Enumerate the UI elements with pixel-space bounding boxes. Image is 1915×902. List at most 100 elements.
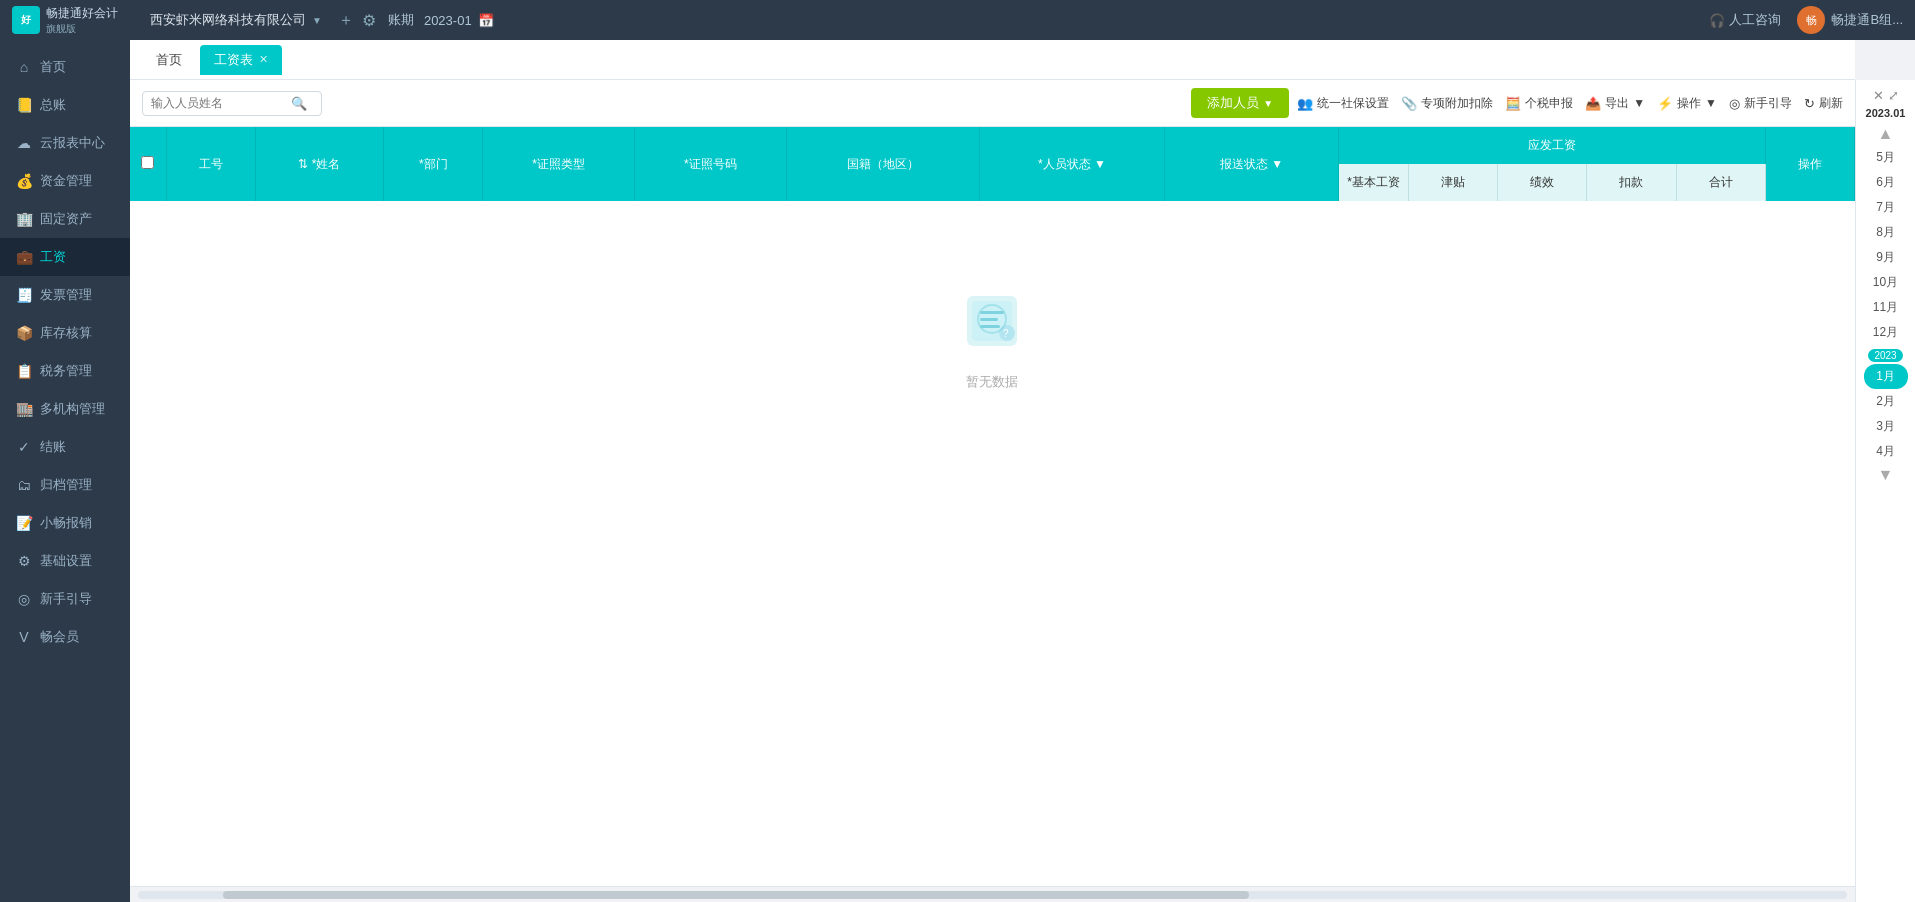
sidebar-label-cloud-report: 云报表中心 [40,134,105,152]
service-button[interactable]: 🎧 人工咨询 [1709,11,1781,29]
guide-icon: ◎ [16,591,32,607]
new-guide-icon: ◎ [1729,96,1740,111]
sidebar-item-expense[interactable]: 📝 小畅报销 [0,504,130,542]
id-no-header: *证照号码 [634,127,786,201]
export-label: 导出 [1605,95,1629,112]
salary-group-header: 应发工资 [1339,127,1765,164]
sidebar-item-archive[interactable]: 🗂 归档管理 [0,466,130,504]
select-all-checkbox[interactable] [141,156,154,169]
tax-icon: 📋 [16,363,32,379]
rp-month-12[interactable]: 12月 [1864,320,1908,345]
rp-month-2023-1[interactable]: 1月 [1864,364,1908,389]
calendar-icon[interactable]: 📅 [478,13,494,28]
sidebar-label-multi-org: 多机构管理 [40,400,105,418]
member-icon: V [16,629,32,645]
user-name: 畅捷通B组... [1831,11,1903,29]
total-header: 合计 [1676,164,1765,201]
refresh-action[interactable]: ↻ 刷新 [1804,95,1843,112]
rp-month-2023-4[interactable]: 4月 [1864,439,1908,464]
dept-header: *部门 [384,127,483,201]
sidebar-item-member[interactable]: V 畅会员 [0,618,130,656]
tab-bar: 首页 工资表 ✕ [130,40,1855,80]
deduction-header: 扣款 [1587,164,1676,201]
operate-action[interactable]: ⚡ 操作 ▼ [1657,95,1717,112]
extra-deduct-action[interactable]: 📎 专项附加扣除 [1401,95,1493,112]
bottom-scrollbar[interactable] [130,886,1855,902]
salary-table: 工号 ⇅ *姓名 *部门 *证照类型 *证照号码 国籍（地区） *人员状态 ▼ [130,127,1855,471]
rp-month-5[interactable]: 5月 [1864,145,1908,170]
fund-icon: 💰 [16,173,32,189]
company-name: 西安虾米网络科技有限公司 [150,11,306,29]
content-wrapper: 首页 工资表 ✕ 🔍 添加人员 ▼ � [130,40,1915,902]
sidebar-item-guide[interactable]: ◎ 新手引导 [0,580,130,618]
personal-tax-label: 个税申报 [1525,95,1573,112]
rp-month-6[interactable]: 6月 [1864,170,1908,195]
sidebar-item-inventory[interactable]: 📦 库存核算 [0,314,130,352]
base-salary-header: *基本工资 [1339,164,1409,201]
sidebar-label-salary: 工资 [40,248,66,266]
sidebar-item-settle[interactable]: ✓ 结账 [0,428,130,466]
tab-salary-table[interactable]: 工资表 ✕ [200,45,282,75]
rp-month-9[interactable]: 9月 [1864,245,1908,270]
search-wrap: 🔍 [142,91,322,116]
add-icon[interactable]: ＋ [338,10,354,31]
sidebar-item-multi-org[interactable]: 🏬 多机构管理 [0,390,130,428]
tab-home[interactable]: 首页 [142,45,196,75]
sidebar-item-home[interactable]: ⌂ 首页 [0,48,130,86]
main-layout: ⌂ 首页 📒 总账 ☁ 云报表中心 💰 资金管理 🏢 固定资产 💼 工资 🧾 发… [0,40,1915,902]
rp-month-7[interactable]: 7月 [1864,195,1908,220]
sidebar-label-fixed-assets: 固定资产 [40,210,92,228]
panel-close-button[interactable]: ✕ [1873,88,1884,103]
sidebar-item-ledger[interactable]: 📒 总账 [0,86,130,124]
sidebar-label-inventory: 库存核算 [40,324,92,342]
report-filter-icon[interactable]: ▼ [1271,157,1283,171]
header-actions: ＋ ⚙ [338,10,376,31]
sidebar-label-ledger: 总账 [40,96,66,114]
sidebar-item-salary[interactable]: 💼 工资 [0,238,130,276]
add-person-button[interactable]: 添加人员 ▼ [1191,88,1289,118]
rp-month-10[interactable]: 10月 [1864,270,1908,295]
user-avatar-area[interactable]: 畅 畅捷通B组... [1797,6,1903,34]
rp-month-11[interactable]: 11月 [1864,295,1908,320]
company-selector[interactable]: 西安虾米网络科技有限公司 ▼ [150,11,322,29]
rp-month-8[interactable]: 8月 [1864,220,1908,245]
sidebar-item-fund[interactable]: 💰 资金管理 [0,162,130,200]
sidebar-label-fund: 资金管理 [40,172,92,190]
salary-icon: 💼 [16,249,32,265]
rp-month-2023-2[interactable]: 2月 [1864,389,1908,414]
archive-icon: 🗂 [16,477,32,493]
sidebar-item-tax[interactable]: 📋 税务管理 [0,352,130,390]
social-security-action[interactable]: 👥 统一社保设置 [1297,95,1389,112]
rp-nav-up[interactable]: ▲ [1876,123,1896,145]
export-action[interactable]: 📤 导出 ▼ [1585,95,1645,112]
rp-month-2023-3[interactable]: 3月 [1864,414,1908,439]
operate-icon: ⚡ [1657,96,1673,111]
svg-rect-4 [980,325,1000,328]
rp-nav-down[interactable]: ▼ [1876,464,1896,486]
sidebar-item-invoice[interactable]: 🧾 发票管理 [0,276,130,314]
empty-state: ? 暂无数据 [130,201,1855,471]
search-input[interactable] [151,96,291,110]
tab-close-button[interactable]: ✕ [259,53,268,66]
performance-header: 绩效 [1498,164,1587,201]
sidebar-item-cloud-report[interactable]: ☁ 云报表中心 [0,124,130,162]
sidebar-item-settings[interactable]: ⚙ 基础设置 [0,542,130,580]
period-value: 2023-01 [424,13,472,28]
select-all-header[interactable] [130,127,166,201]
toolbar-actions: 👥 统一社保设置 📎 专项附加扣除 🧮 个税申报 📤 导出 ▼ [1297,95,1843,112]
search-icon: 🔍 [291,96,307,111]
sidebar-item-fixed-assets[interactable]: 🏢 固定资产 [0,200,130,238]
extra-deduct-icon: 📎 [1401,96,1417,111]
country-header: 国籍（地区） [786,127,980,201]
status-filter-icon[interactable]: ▼ [1094,157,1106,171]
company-dropdown-arrow[interactable]: ▼ [312,15,322,26]
personal-tax-icon: 🧮 [1505,96,1521,111]
report-status-header: 报送状态 ▼ [1164,127,1339,201]
empty-text: 暂无数据 [966,373,1018,391]
new-guide-action[interactable]: ◎ 新手引导 [1729,95,1792,112]
toolbar: 🔍 添加人员 ▼ 👥 统一社保设置 📎 专项附加扣除 [130,80,1855,127]
panel-expand-button[interactable]: ⤢ [1888,88,1899,103]
personal-tax-action[interactable]: 🧮 个税申报 [1505,95,1573,112]
settings-icon[interactable]: ⚙ [362,11,376,30]
svg-rect-3 [980,318,998,321]
